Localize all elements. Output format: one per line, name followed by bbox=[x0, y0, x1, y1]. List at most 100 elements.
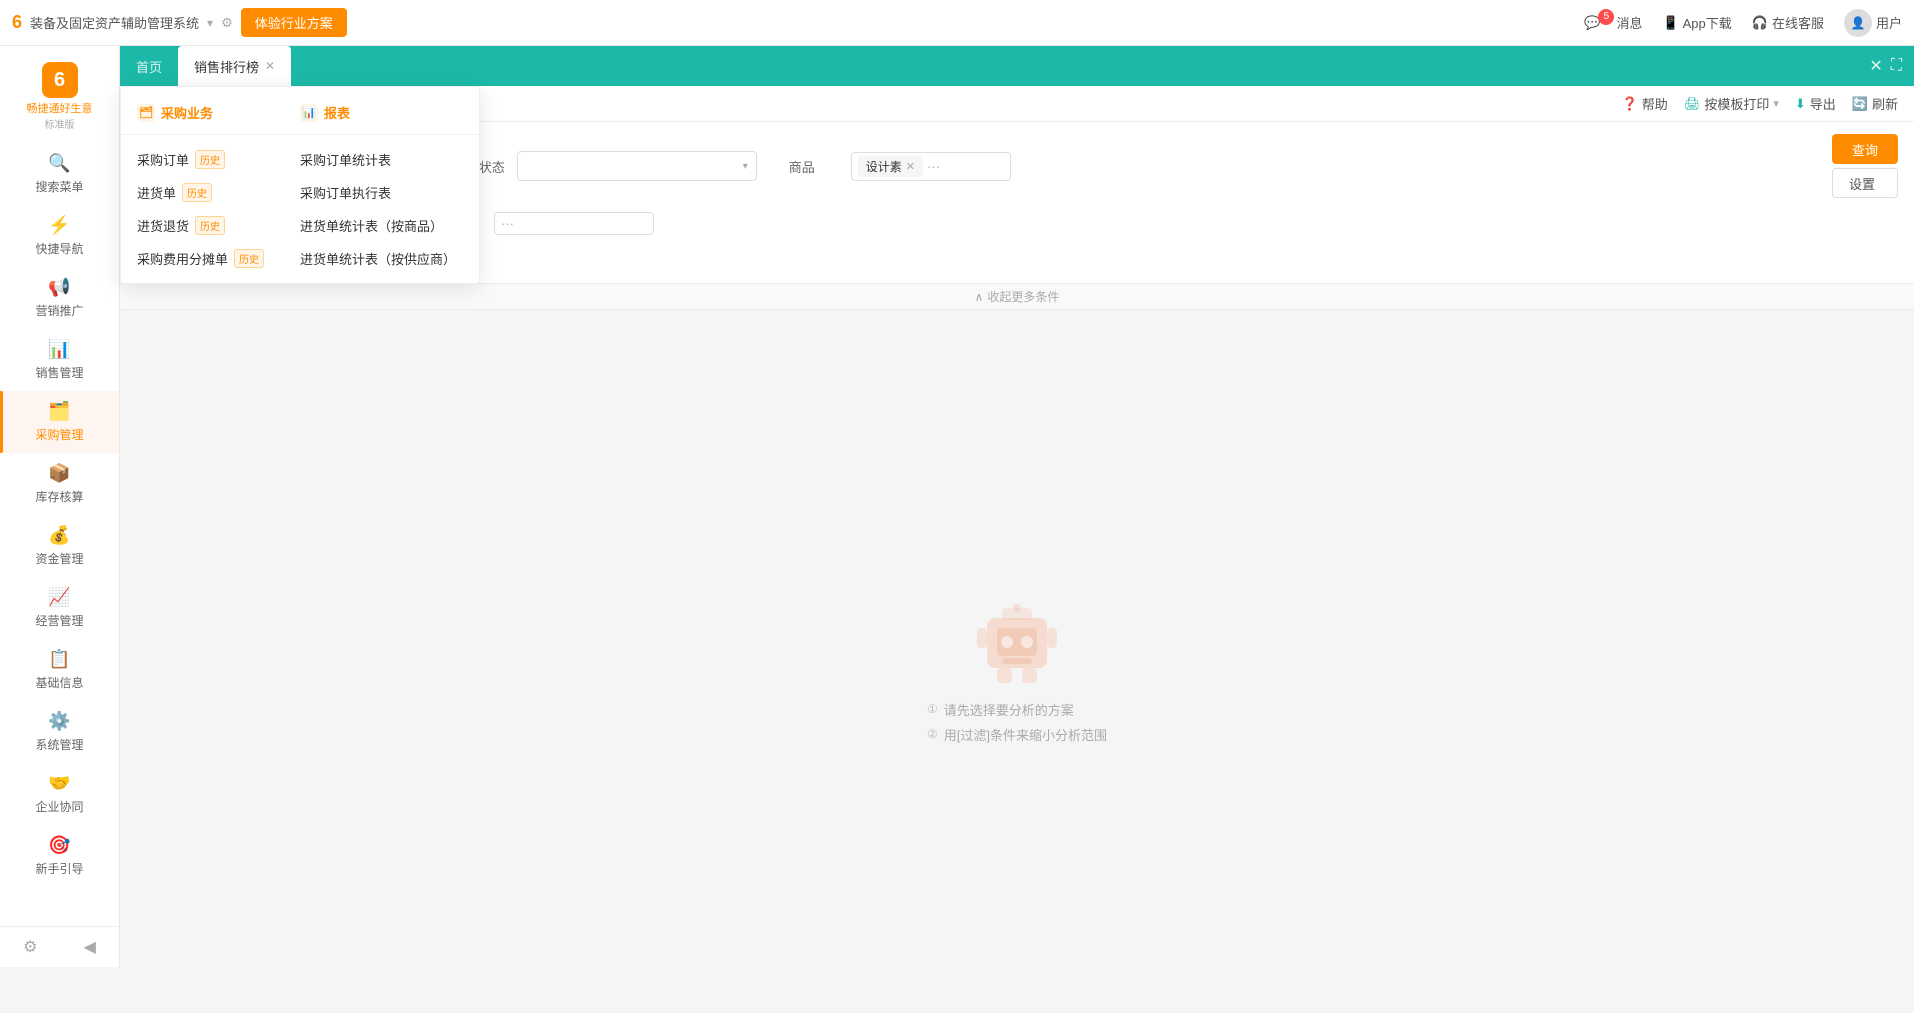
sidebar-label-marketing: 营销推广 bbox=[35, 302, 83, 319]
collapse-row[interactable]: ∧ 收起更多条件 bbox=[120, 284, 1914, 310]
tab-home[interactable]: 首页 bbox=[120, 46, 178, 86]
purchase-dropdown: 🗂 采购业务 📊 报表 采购订单 历史 进货单 历史 进货退货 历史 采购费用分… bbox=[120, 86, 480, 284]
sidebar-label-inventory: 库存核算 bbox=[35, 488, 83, 505]
query-btn[interactable]: 查询 bbox=[1832, 134, 1898, 164]
message-item[interactable]: 💬 5 消息 bbox=[1584, 13, 1642, 32]
phone-icon: 📱 bbox=[1662, 15, 1678, 31]
purchase-col: 采购订单 历史 进货单 历史 进货退货 历史 采购费用分摊单 历史 bbox=[137, 143, 300, 275]
sidebar-item-operations[interactable]: 📈 经营管理 bbox=[0, 577, 119, 639]
refresh-icon: 🔄 bbox=[1852, 96, 1868, 112]
system-title-chevron[interactable]: ▾ bbox=[207, 16, 213, 30]
report-3-label: 进货单统计表（按供应商） bbox=[300, 249, 456, 268]
logo-small: 6 bbox=[12, 12, 22, 33]
online-service-label: 在线客服 bbox=[1772, 13, 1824, 32]
collapse-label: 收起更多条件 bbox=[987, 288, 1059, 305]
brand-name: 畅捷通好生意 bbox=[27, 100, 93, 116]
dropdown-return[interactable]: 进货退货 历史 bbox=[137, 209, 300, 242]
sidebar-item-basicinfo[interactable]: 📋 基础信息 bbox=[0, 639, 119, 701]
sidebar-collapse-btn[interactable]: ◀ bbox=[84, 937, 96, 957]
empty-state: 请先选择要分析的方案 用[过滤]条件来缩小分析范围 bbox=[120, 310, 1914, 967]
tab-sales-rank-label: 销售排行榜 bbox=[194, 57, 259, 76]
print-dropdown-icon[interactable]: ▾ bbox=[1773, 97, 1779, 110]
user-item[interactable]: 👤 用户 bbox=[1844, 9, 1902, 37]
print-btn[interactable]: 🖨 按模板打印 ▾ bbox=[1684, 94, 1779, 113]
system-title-area: 6 装备及固定资产辅助管理系统 ▾ ⚙ 体验行业方案 bbox=[12, 8, 1584, 37]
nav-icon: ⚡ bbox=[48, 215, 70, 236]
sidebar-item-sales[interactable]: 📊 销售管理 bbox=[0, 329, 119, 391]
operations-icon: 📈 bbox=[48, 587, 70, 608]
sidebar-item-inventory[interactable]: 📦 库存核算 bbox=[0, 453, 119, 515]
refresh-label: 刷新 bbox=[1872, 94, 1898, 113]
industry-btn[interactable]: 体验行业方案 bbox=[241, 8, 347, 37]
app-download-label: App下载 bbox=[1683, 13, 1732, 32]
logo-area: 6 畅捷通好生意 标准版 bbox=[27, 54, 93, 143]
sidebar-item-guide[interactable]: 🎯 新手引导 bbox=[0, 825, 119, 887]
dropdown-purchase-order[interactable]: 采购订单 历史 bbox=[137, 143, 300, 176]
app-download-item[interactable]: 📱 App下载 bbox=[1662, 13, 1731, 32]
hist-badge-2[interactable]: 历史 bbox=[195, 216, 225, 235]
hint2: 用[过滤]条件来缩小分析范围 bbox=[944, 725, 1107, 744]
tab-close-all-icon[interactable]: ✕ bbox=[1869, 56, 1882, 76]
export-icon: ⬇ bbox=[1795, 96, 1806, 112]
help-icon: ❓ bbox=[1622, 96, 1638, 112]
search-icon: 🔍 bbox=[48, 153, 70, 174]
dropdown-report-2[interactable]: 进货单统计表（按商品） bbox=[300, 209, 463, 242]
sidebar-settings-btn[interactable]: ⚙ bbox=[23, 937, 37, 957]
empty-hints: 请先选择要分析的方案 用[过滤]条件来缩小分析范围 bbox=[927, 700, 1107, 750]
tab-close-btn[interactable]: ✕ bbox=[265, 59, 275, 73]
sidebar-bottom: ⚙ ◀ bbox=[0, 926, 119, 967]
hist-badge-1[interactable]: 历史 bbox=[182, 183, 212, 202]
dropdown-header: 🗂 采购业务 📊 报表 bbox=[121, 95, 479, 135]
online-service-item[interactable]: 🎧 在线客服 bbox=[1752, 13, 1824, 32]
refresh-btn[interactable]: 🔄 刷新 bbox=[1852, 94, 1898, 113]
message-badge: 5 bbox=[1598, 9, 1614, 25]
goods-more-icon[interactable]: ··· bbox=[927, 159, 940, 174]
cost-share-label: 采购费用分摊单 bbox=[137, 249, 228, 268]
finance-icon: 💰 bbox=[48, 525, 70, 546]
tab-sales-rank[interactable]: 销售排行榜 ✕ bbox=[178, 46, 291, 86]
export-btn[interactable]: ⬇ 导出 bbox=[1795, 94, 1836, 113]
doc-status-select[interactable]: ▾ bbox=[517, 151, 757, 181]
sidebar-item-marketing[interactable]: 📢 营销推广 bbox=[0, 267, 119, 329]
sidebar-item-purchase[interactable]: 🗂️ 采购管理 bbox=[0, 391, 119, 453]
help-btn[interactable]: ❓ 帮助 bbox=[1622, 94, 1668, 113]
logo-icon: 6 bbox=[42, 62, 78, 98]
tab-expand-icon[interactable]: ⛶ bbox=[1891, 57, 1902, 75]
salesperson-selector[interactable]: ··· bbox=[494, 212, 654, 235]
system-settings-icon[interactable]: ⚙ bbox=[221, 15, 233, 31]
dropdown-report-1[interactable]: 采购订单执行表 bbox=[300, 176, 463, 209]
sidebar-item-collab[interactable]: 🤝 企业协同 bbox=[0, 763, 119, 825]
sidebar-item-search[interactable]: 🔍 搜索菜单 bbox=[0, 143, 119, 205]
goods-label: 商品 bbox=[789, 157, 839, 176]
sidebar-item-system[interactable]: ⚙️ 系统管理 bbox=[0, 701, 119, 763]
hint1: 请先选择要分析的方案 bbox=[944, 700, 1074, 719]
settings-btn[interactable]: 设置 bbox=[1832, 168, 1898, 198]
purchase-order-label: 采购订单 bbox=[137, 150, 189, 169]
empty-illustration bbox=[957, 588, 1077, 688]
sidebar-item-finance[interactable]: 💰 资金管理 bbox=[0, 515, 119, 577]
help-label: 帮助 bbox=[1642, 94, 1668, 113]
tab-bar-right: ✕ ⛶ bbox=[1869, 56, 1914, 76]
dropdown-body: 采购订单 历史 进货单 历史 进货退货 历史 采购费用分摊单 历史 采购订单统计… bbox=[121, 143, 479, 275]
top-bar: 6 装备及固定资产辅助管理系统 ▾ ⚙ 体验行业方案 💬 5 消息 📱 App下… bbox=[0, 0, 1914, 46]
purchase-section-icon: 🗂 bbox=[137, 104, 155, 122]
dropdown-inbound[interactable]: 进货单 历史 bbox=[137, 176, 300, 209]
report-2-label: 进货单统计表（按商品） bbox=[300, 216, 443, 235]
hist-badge-3[interactable]: 历史 bbox=[234, 249, 264, 268]
sidebar-label-search: 搜索菜单 bbox=[35, 178, 83, 195]
dropdown-report-0[interactable]: 采购订单统计表 bbox=[300, 143, 463, 176]
goods-tag-remove[interactable]: ✕ bbox=[906, 160, 915, 173]
sidebar-item-nav[interactable]: ⚡ 快捷导航 bbox=[0, 205, 119, 267]
report-section-icon: 📊 bbox=[300, 104, 318, 122]
user-label: 用户 bbox=[1876, 13, 1902, 32]
sidebar-label-system: 系统管理 bbox=[35, 736, 83, 753]
report-col: 采购订单统计表 采购订单执行表 进货单统计表（按商品） 进货单统计表（按供应商） bbox=[300, 143, 463, 275]
hist-badge-0[interactable]: 历史 bbox=[195, 150, 225, 169]
dropdown-cost-share[interactable]: 采购费用分摊单 历史 bbox=[137, 242, 300, 275]
top-bar-right: 💬 5 消息 📱 App下载 🎧 在线客服 👤 用户 bbox=[1584, 9, 1902, 37]
goods-selector[interactable]: 设计素 ✕ ··· bbox=[851, 152, 1011, 181]
sidebar-label-sales: 销售管理 bbox=[35, 364, 83, 381]
salesperson-more[interactable]: ··· bbox=[501, 216, 514, 231]
dropdown-report-3[interactable]: 进货单统计表（按供应商） bbox=[300, 242, 463, 275]
tab-home-label: 首页 bbox=[136, 57, 162, 76]
